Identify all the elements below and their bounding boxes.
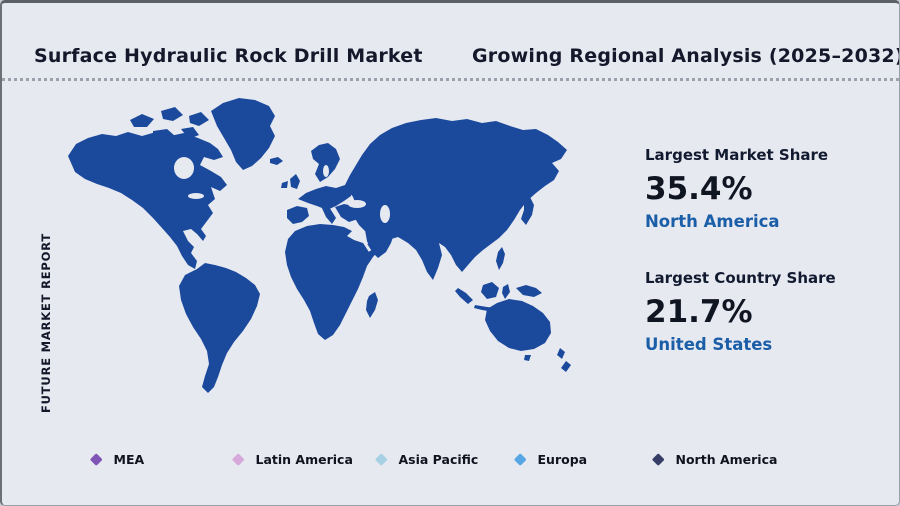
stats-panel: Largest Market Share 35.4% North America… xyxy=(645,146,890,392)
map-legend: MEA Latin America Asia Pacific Europa No… xyxy=(2,449,899,471)
map-hudson-bay xyxy=(174,157,194,179)
legend-swatch-diamond-icon xyxy=(232,452,245,466)
map-land-group xyxy=(68,98,571,393)
page-title: Surface Hydraulic Rock Drill Market xyxy=(34,45,423,67)
world-map xyxy=(64,88,622,408)
stat-market-share: Largest Market Share 35.4% North America xyxy=(645,146,890,231)
map-madagascar xyxy=(366,292,378,318)
map-north-america xyxy=(68,132,227,269)
legend-swatch-diamond-icon xyxy=(652,452,665,466)
legend-label: MEA xyxy=(113,451,145,467)
map-africa xyxy=(285,224,380,340)
legend-item-mea: MEA xyxy=(90,449,145,469)
country-share-region: United States xyxy=(645,335,773,354)
market-share-value: 35.4% xyxy=(645,171,753,207)
stat-country-share: Largest Country Share 21.7% United State… xyxy=(645,269,890,354)
legend-item-europa: Europa xyxy=(514,449,588,469)
map-caspian-sea xyxy=(380,205,390,223)
world-map-svg xyxy=(68,98,571,393)
legend-item-north-america: North America xyxy=(652,449,778,469)
brand-vertical-label: FUTURE MARKET REPORT xyxy=(39,232,53,414)
map-great-lakes xyxy=(188,193,204,199)
map-south-america xyxy=(179,263,260,393)
market-share-region: North America xyxy=(645,212,780,231)
map-new-zealand xyxy=(557,348,571,372)
infographic-root: Surface Hydraulic Rock Drill Market Grow… xyxy=(0,0,900,506)
dotted-divider xyxy=(2,78,899,81)
legend-swatch-diamond-icon xyxy=(375,452,388,466)
legend-label: Europa xyxy=(537,451,588,467)
legend-item-asia-pacific: Asia Pacific xyxy=(375,449,479,469)
legend-swatch-diamond-icon xyxy=(514,452,527,466)
legend-swatch-diamond-icon xyxy=(90,452,103,466)
legend-label: Asia Pacific xyxy=(398,451,479,467)
page-subtitle: Growing Regional Analysis (2025–2032) xyxy=(472,45,900,67)
map-baltic-sea xyxy=(323,165,329,177)
map-arctic-islands xyxy=(130,107,209,141)
legend-item-latin-america: Latin America xyxy=(232,449,353,469)
map-greenland xyxy=(211,98,275,170)
country-share-label: Largest Country Share xyxy=(645,269,836,287)
header: Surface Hydraulic Rock Drill Market Grow… xyxy=(2,3,899,79)
map-iceland xyxy=(270,157,283,165)
map-australia xyxy=(485,299,551,361)
country-share-value: 21.7% xyxy=(645,294,753,330)
legend-label: North America xyxy=(675,451,778,467)
market-share-label: Largest Market Share xyxy=(645,146,829,164)
map-black-sea xyxy=(348,200,366,208)
legend-label: Latin America xyxy=(255,451,353,467)
